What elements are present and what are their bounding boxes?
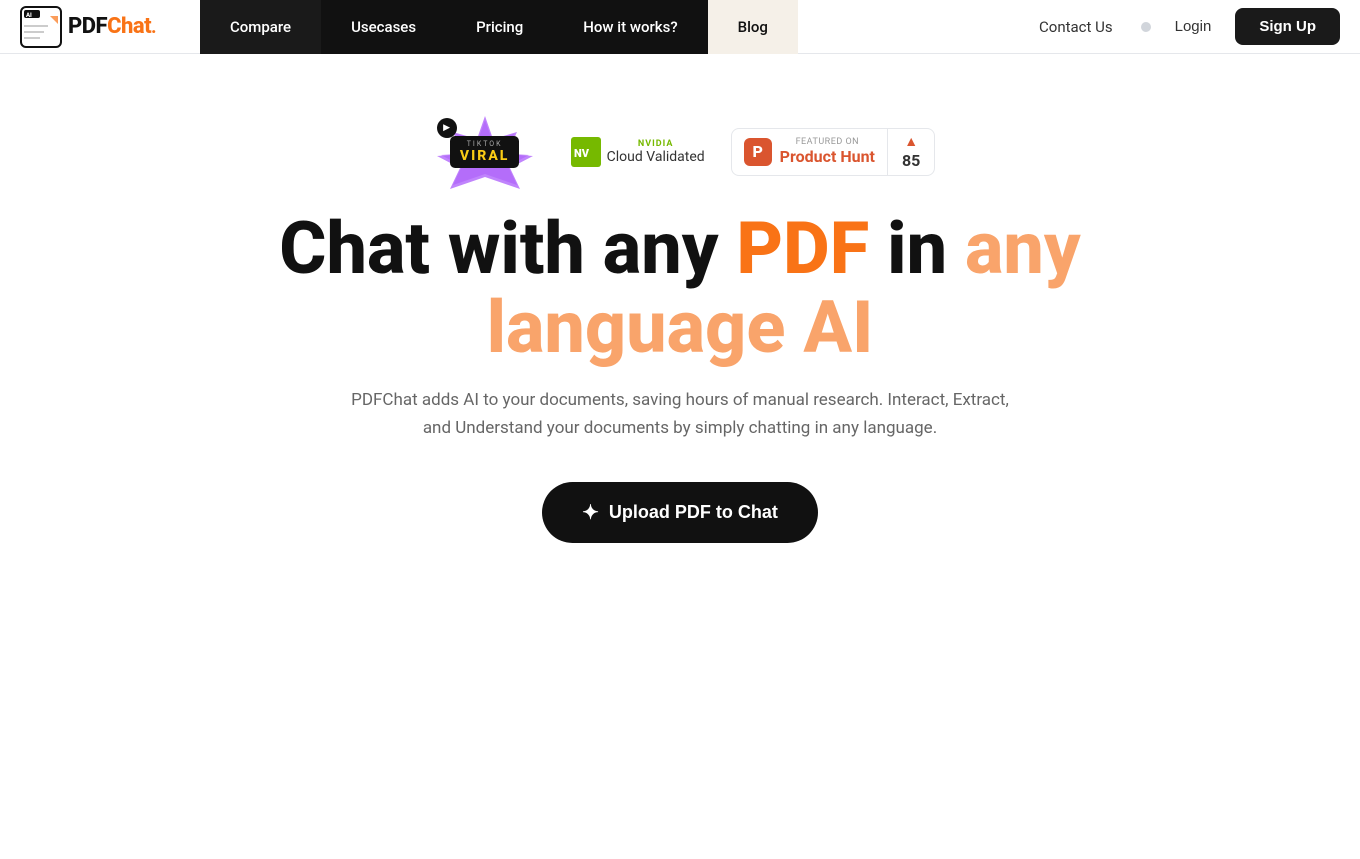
nvidia-text: NVIDIA Cloud Validated: [607, 139, 705, 165]
heading-part1: Chat with any: [279, 206, 736, 291]
upload-pdf-button[interactable]: ✦ Upload PDF to Chat: [542, 482, 818, 543]
login-button[interactable]: Login: [1159, 10, 1228, 43]
ph-score: ▲ 85: [887, 129, 934, 175]
navbar: AI PDFChat. Compare Usecases Pricing How…: [0, 0, 1360, 54]
logo-text: PDFChat.: [68, 14, 156, 39]
svg-text:NV: NV: [574, 147, 590, 160]
nav-how-it-works[interactable]: How it works?: [553, 0, 707, 54]
tiktok-label: TIKTOK: [460, 140, 509, 148]
hero-heading: Chat with any PDF in any language AI: [230, 209, 1130, 367]
heading-part2: in: [869, 206, 965, 291]
nvidia-logo-icon: NV: [571, 137, 601, 167]
nav-usecases[interactable]: Usecases: [321, 0, 446, 54]
ph-arrow-icon: ▲: [904, 133, 918, 150]
sparkle-icon: ✦: [582, 500, 599, 525]
viral-badge: TIKTOK VIRAL ▶: [425, 114, 545, 189]
nav-dot-divider: [1141, 22, 1151, 32]
ph-featured-label: FEATURED ON: [780, 137, 875, 147]
ph-score-number: 85: [902, 151, 920, 170]
badges-row: TIKTOK VIRAL ▶ NV NVIDIA Cloud Validated…: [425, 114, 936, 189]
logo[interactable]: AI PDFChat.: [0, 6, 200, 48]
nav-right: Contact Us Login Sign Up: [1019, 0, 1360, 54]
logo-icon: AI: [20, 6, 62, 48]
svg-text:AI: AI: [26, 12, 32, 19]
heading-pdf: PDF: [736, 206, 869, 291]
ph-icon: P: [744, 138, 772, 166]
nvidia-validated: Cloud Validated: [607, 149, 705, 165]
viral-inner: TIKTOK VIRAL: [450, 136, 519, 168]
nvidia-brand: NVIDIA: [607, 139, 705, 149]
tiktok-icon: ▶: [437, 118, 457, 138]
nav-links: Compare Usecases Pricing How it works? B…: [200, 0, 798, 53]
hero-section: TIKTOK VIRAL ▶ NV NVIDIA Cloud Validated…: [0, 54, 1360, 543]
nvidia-badge: NV NVIDIA Cloud Validated: [561, 133, 715, 171]
ph-left: P FEATURED ON Product Hunt: [732, 137, 887, 166]
ph-name: Product Hunt: [780, 147, 875, 166]
nav-blog[interactable]: Blog: [708, 0, 798, 54]
upload-btn-label: Upload PDF to Chat: [609, 502, 778, 523]
hero-subtitle: PDFChat adds AI to your documents, savin…: [350, 387, 1010, 441]
nav-contact[interactable]: Contact Us: [1019, 0, 1133, 54]
viral-label: VIRAL: [460, 148, 509, 164]
nav-pricing[interactable]: Pricing: [446, 0, 553, 54]
ph-info: FEATURED ON Product Hunt: [780, 137, 875, 166]
signup-button[interactable]: Sign Up: [1235, 8, 1340, 45]
product-hunt-badge[interactable]: P FEATURED ON Product Hunt ▲ 85: [731, 128, 936, 176]
nav-compare[interactable]: Compare: [200, 0, 321, 54]
